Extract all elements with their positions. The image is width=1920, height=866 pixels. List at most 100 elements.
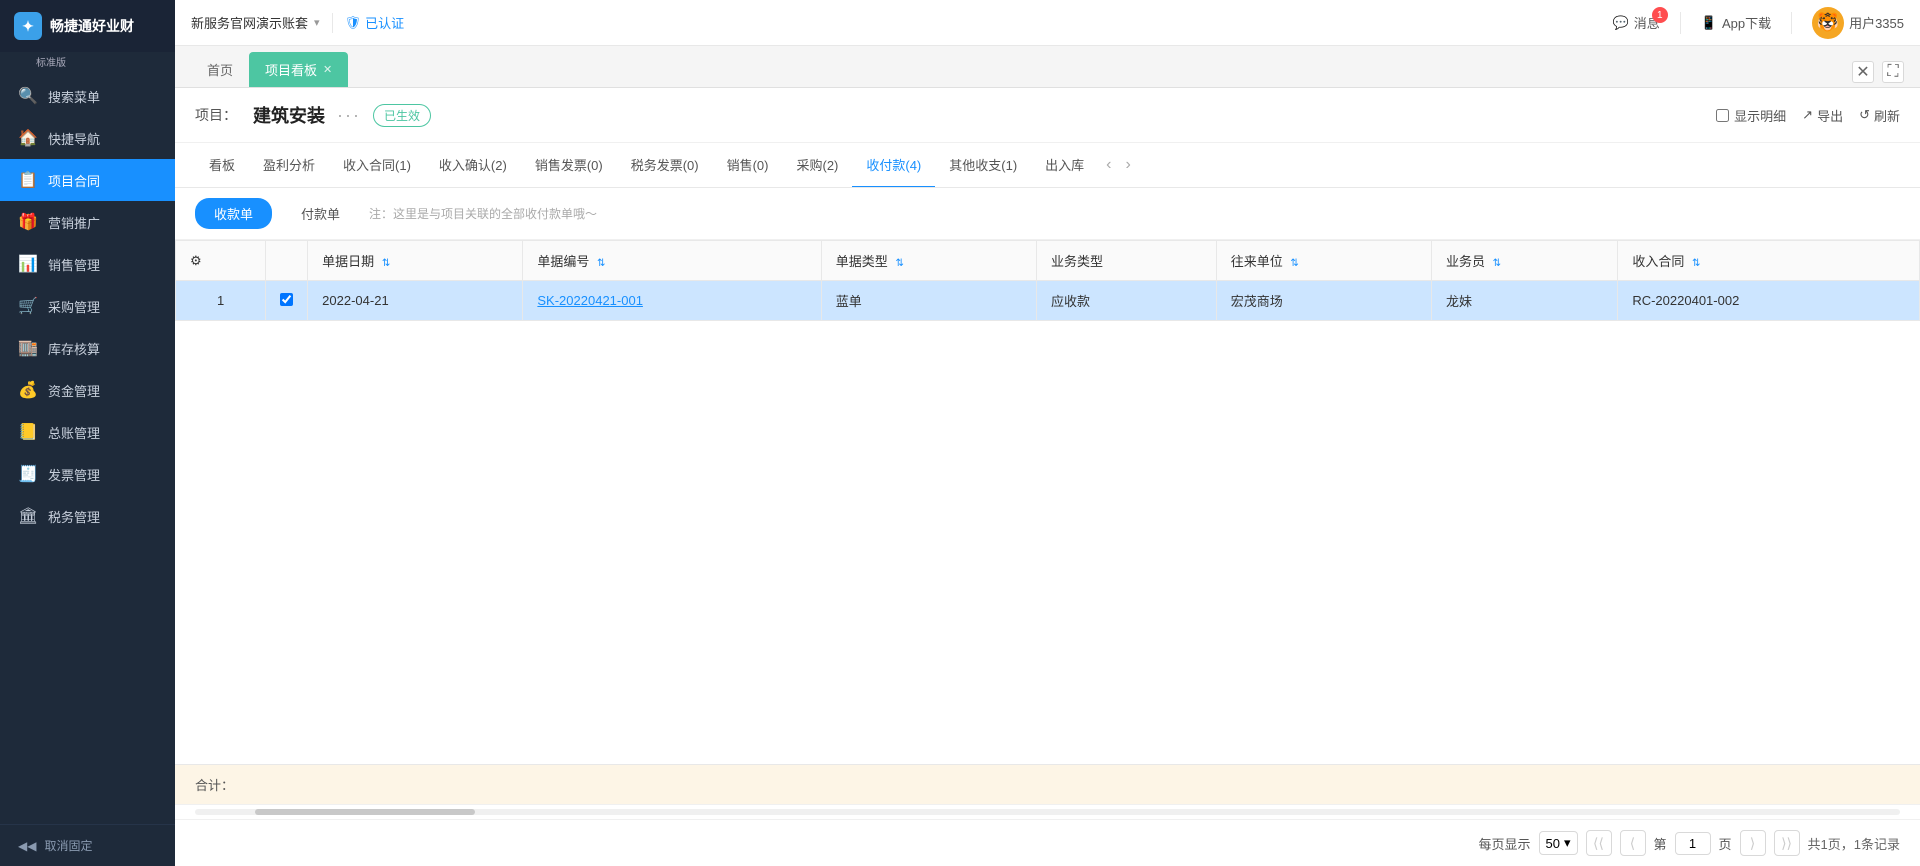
sidebar-item-ledger[interactable]: 📒 总账管理 <box>0 411 175 453</box>
refresh-label: 刷新 <box>1874 106 1900 125</box>
refresh-button[interactable]: ↺ 刷新 <box>1859 106 1900 125</box>
last-page-button[interactable]: ⟩⟩ <box>1774 830 1800 856</box>
th-date[interactable]: 单据日期 ⇅ <box>308 241 523 281</box>
certified-status: 🛡 已认证 <box>345 13 405 32</box>
sidebar-item-project[interactable]: 📋 项目合同 <box>0 159 175 201</box>
next-page-button[interactable]: ⟩ <box>1740 830 1766 856</box>
module-tab-receipts[interactable]: 收付款(4) <box>852 143 935 188</box>
scroll-thumb[interactable] <box>255 809 475 815</box>
row-biz-type-cell: 应收款 <box>1037 281 1217 321</box>
sub-tab-payment[interactable]: 付款单 <box>282 198 359 229</box>
sidebar-item-finance[interactable]: 💰 资金管理 <box>0 369 175 411</box>
sub-tab-receipt[interactable]: 收款单 <box>195 198 272 229</box>
tabbar: 首页 项目看板 ✕ ✕ ⛶ <box>175 46 1920 88</box>
per-page-value: 50 <box>1546 836 1560 851</box>
th-salesman[interactable]: 业务员 ⇅ <box>1431 241 1617 281</box>
divider-2 <box>1680 12 1681 34</box>
sub-tab-receipt-label: 收款单 <box>214 207 253 222</box>
row-date: 2022-04-21 <box>322 293 389 308</box>
module-tab-tax-invoice[interactable]: 税务发票(0) <box>617 143 713 188</box>
project-label: 项目： <box>195 105 237 125</box>
sub-tab-row: 收款单 付款单 注：这里是与项目关联的全部收付款单哦～ <box>175 188 1920 240</box>
sidebar-item-tax[interactable]: 🏛 税务管理 <box>0 495 175 537</box>
module-tab-profit[interactable]: 盈利分析 <box>249 143 329 188</box>
row-number-link[interactable]: SK-20220421-001 <box>537 293 643 308</box>
sort-icon: ⇅ <box>597 258 605 269</box>
th-date-label: 单据日期 <box>322 254 374 269</box>
tab-home-label: 首页 <box>207 60 233 79</box>
message-badge: 1 <box>1652 7 1668 23</box>
project-title: 建筑安装 <box>253 102 325 128</box>
tab-prev-arrow[interactable]: ‹ <box>1100 156 1117 174</box>
edition-label: 标准版 <box>0 54 175 69</box>
data-table: ⚙ 单据日期 ⇅ 单据编号 ⇅ 单据类型 ⇅ <box>175 240 1920 321</box>
module-tab-income-confirm[interactable]: 收入确认(2) <box>425 143 521 188</box>
close-icon[interactable]: ✕ <box>323 63 332 76</box>
chevron-down-icon: ▾ <box>314 16 320 29</box>
sidebar-item-invoice[interactable]: 🧾 发票管理 <box>0 453 175 495</box>
th-partner[interactable]: 往来单位 ⇅ <box>1216 241 1431 281</box>
row-partner: 宏茂商场 <box>1231 294 1283 309</box>
row-index: 1 <box>217 293 224 308</box>
module-tab-board[interactable]: 看板 <box>195 143 249 188</box>
sidebar-item-sales[interactable]: 📊 销售管理 <box>0 243 175 285</box>
module-tab-other-expense[interactable]: 其他收支(1) <box>935 143 1031 188</box>
purchase-icon: 🛒 <box>18 296 38 316</box>
row-number-cell: SK-20220421-001 <box>523 281 821 321</box>
message-button[interactable]: 💬 消息 1 <box>1613 13 1660 32</box>
maximize-button[interactable]: ⛶ <box>1882 61 1904 83</box>
page-number-input[interactable] <box>1675 832 1711 855</box>
module-tab-income-contract[interactable]: 收入合同(1) <box>329 143 425 188</box>
user-menu[interactable]: 🐯 用户3355 <box>1812 7 1904 39</box>
shield-icon: 🛡 <box>345 15 362 31</box>
app-download-button[interactable]: 📱 App下载 <box>1701 13 1771 32</box>
module-tab-sales-invoice[interactable]: 销售发票(0) <box>521 143 617 188</box>
sidebar-item-label: 资金管理 <box>48 381 100 400</box>
sidebar-item-shortcut[interactable]: 🏠 快捷导航 <box>0 117 175 159</box>
project-icon: 📋 <box>18 170 38 190</box>
th-number-label: 单据编号 <box>537 254 589 269</box>
row-checkbox-cell[interactable] <box>266 281 308 321</box>
module-tab-in-out[interactable]: 出入库 <box>1031 143 1098 188</box>
sidebar-item-label: 搜索菜单 <box>48 87 100 106</box>
first-page-button[interactable]: ⟨⟨ <box>1586 830 1612 856</box>
module-tab-sales[interactable]: 销售(0) <box>713 143 783 188</box>
table-row[interactable]: 1 2022-04-21 SK-20220421-001 蓝单 <box>176 281 1920 321</box>
per-page-select[interactable]: 50 ▾ <box>1539 831 1578 855</box>
sort-icon: ⇅ <box>382 258 390 269</box>
sidebar-item-search[interactable]: 🔍 搜索菜单 <box>0 75 175 117</box>
th-salesman-label: 业务员 <box>1446 254 1485 269</box>
sidebar-item-label: 库存核算 <box>48 339 100 358</box>
row-salesman: 龙妹 <box>1446 294 1472 309</box>
sub-tab-note: 注：这里是与项目关联的全部收付款单哦～ <box>369 205 597 222</box>
close-window-button[interactable]: ✕ <box>1852 61 1874 83</box>
sidebar-item-inventory[interactable]: 🏬 库存核算 <box>0 327 175 369</box>
more-options-button[interactable]: ··· <box>337 105 361 126</box>
tab-home[interactable]: 首页 <box>191 52 249 87</box>
th-type[interactable]: 单据类型 ⇅ <box>821 241 1036 281</box>
prev-page-button[interactable]: ⟨ <box>1620 830 1646 856</box>
scroll-row <box>175 804 1920 819</box>
module-tab-purchase[interactable]: 采购(2) <box>782 143 852 188</box>
search-icon: 🔍 <box>18 86 38 106</box>
export-button[interactable]: ↗ 导出 <box>1802 106 1843 125</box>
horizontal-scrollbar[interactable] <box>195 809 1900 815</box>
th-settings[interactable]: ⚙ <box>176 241 266 281</box>
tab-project-board[interactable]: 项目看板 ✕ <box>249 52 348 87</box>
sidebar-item-purchase[interactable]: 🛒 采购管理 <box>0 285 175 327</box>
tab-next-arrow[interactable]: › <box>1120 156 1137 174</box>
sort-icon: ⇅ <box>1290 258 1298 269</box>
row-type-cell: 蓝单 <box>821 281 1036 321</box>
show-detail-input[interactable] <box>1716 109 1729 122</box>
tab-project-board-label: 项目看板 <box>265 60 317 79</box>
row-checkbox[interactable] <box>280 293 293 306</box>
sidebar-item-marketing[interactable]: 🎁 营销推广 <box>0 201 175 243</box>
th-number[interactable]: 单据编号 ⇅ <box>523 241 821 281</box>
sidebar-item-label: 税务管理 <box>48 507 100 526</box>
ledger-icon: 📒 <box>18 422 38 442</box>
show-detail-checkbox[interactable]: 显示明细 <box>1716 106 1786 125</box>
account-selector[interactable]: 新服务官网演示账套 ▾ <box>191 13 320 32</box>
sidebar-footer-pin[interactable]: ◀◀ 取消固定 <box>0 824 175 866</box>
th-income-contract[interactable]: 收入合同 ⇅ <box>1618 241 1920 281</box>
th-income-contract-label: 收入合同 <box>1632 254 1684 269</box>
